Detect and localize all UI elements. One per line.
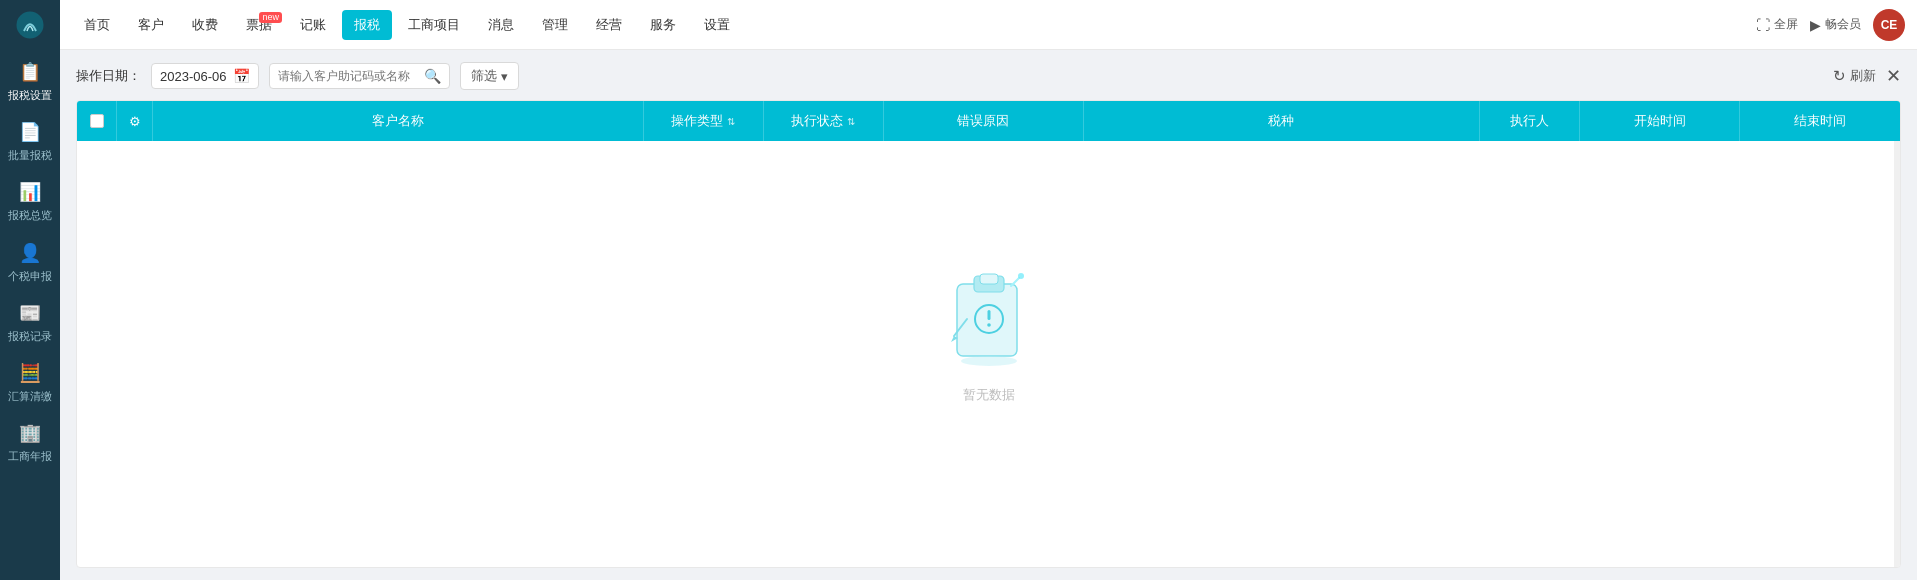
svg-rect-5 bbox=[987, 310, 990, 320]
svg-rect-3 bbox=[980, 274, 998, 284]
nav-service[interactable]: 服务 bbox=[638, 10, 688, 40]
svg-point-10 bbox=[1018, 273, 1024, 279]
main-area: 首页 客户 收费 票据 new 记账 报税 工商项目 消息 管理 经营 服务 设… bbox=[60, 0, 1917, 580]
refresh-button[interactable]: ↻ 刷新 bbox=[1833, 67, 1876, 85]
empty-text: 暂无数据 bbox=[963, 386, 1015, 404]
member-button[interactable]: ▶ 畅会员 bbox=[1810, 16, 1861, 33]
th-gear[interactable]: ⚙ bbox=[117, 101, 153, 141]
search-box: 🔍 bbox=[269, 63, 450, 89]
tax-settings-icon: 📋 bbox=[16, 58, 44, 86]
search-icon: 🔍 bbox=[424, 68, 441, 84]
tax-record-icon: 📰 bbox=[16, 299, 44, 327]
sidebar-item-settlement[interactable]: 🧮 汇算清缴 bbox=[0, 351, 60, 411]
sidebar-item-tax-settings-label: 报税设置 bbox=[8, 89, 52, 102]
date-input[interactable]: 2023-06-06 📅 bbox=[151, 63, 259, 89]
sidebar-item-personal-tax-label: 个税申报 bbox=[8, 270, 52, 283]
svg-point-11 bbox=[961, 356, 1017, 366]
annual-report-icon: 🏢 bbox=[16, 419, 44, 447]
sidebar-item-tax-overview-label: 报税总览 bbox=[8, 209, 52, 222]
close-button[interactable]: ✕ bbox=[1886, 67, 1901, 85]
th-start-time: 开始时间 bbox=[1580, 101, 1740, 141]
th-exec-status[interactable]: 执行状态 ⇅ bbox=[764, 101, 884, 141]
nav-settings[interactable]: 设置 bbox=[692, 10, 742, 40]
nav-operation[interactable]: 经营 bbox=[584, 10, 634, 40]
table-body: 暂无数据 bbox=[77, 141, 1900, 567]
sort-optype-icon: ⇅ bbox=[727, 116, 735, 127]
date-label: 操作日期： bbox=[76, 67, 141, 85]
sidebar-item-annual-report[interactable]: 🏢 工商年报 bbox=[0, 411, 60, 471]
gear-icon: ⚙ bbox=[129, 114, 141, 129]
th-executor: 执行人 bbox=[1480, 101, 1580, 141]
nav-customer[interactable]: 客户 bbox=[126, 10, 176, 40]
th-end-time: 结束时间 bbox=[1740, 101, 1900, 141]
sidebar: 📋 报税设置 📄 批量报税 📊 报税总览 👤 个税申报 📰 报税记录 🧮 汇算清… bbox=[0, 0, 60, 580]
nav-bizproject[interactable]: 工商项目 bbox=[396, 10, 472, 40]
empty-illustration bbox=[939, 264, 1039, 374]
nav-manage[interactable]: 管理 bbox=[530, 10, 580, 40]
nav-invoice[interactable]: 票据 new bbox=[234, 10, 284, 40]
settlement-icon: 🧮 bbox=[16, 359, 44, 387]
tax-overview-icon: 📊 bbox=[16, 178, 44, 206]
sidebar-item-tax-record[interactable]: 📰 报税记录 bbox=[0, 291, 60, 351]
select-all-checkbox[interactable] bbox=[90, 114, 104, 128]
filter-button[interactable]: 筛选 ▾ bbox=[460, 62, 519, 90]
sidebar-item-settlement-label: 汇算清缴 bbox=[8, 390, 52, 403]
personal-tax-icon: 👤 bbox=[16, 239, 44, 267]
scrollbar-track[interactable] bbox=[1894, 141, 1900, 567]
toolbar: 操作日期： 2023-06-06 📅 🔍 筛选 ▾ ↻ 刷新 ✕ bbox=[76, 62, 1901, 90]
top-navigation: 首页 客户 收费 票据 new 记账 报税 工商项目 消息 管理 经营 服务 设… bbox=[60, 0, 1917, 50]
member-icon: ▶ bbox=[1810, 17, 1821, 33]
fullscreen-label: 全屏 bbox=[1774, 16, 1798, 33]
th-error-reason: 错误原因 bbox=[884, 101, 1084, 141]
refresh-icon: ↻ bbox=[1833, 67, 1846, 85]
sidebar-item-tax-record-label: 报税记录 bbox=[8, 330, 52, 343]
batch-tax-icon: 📄 bbox=[16, 118, 44, 146]
th-checkbox[interactable] bbox=[77, 101, 117, 141]
sidebar-item-batch-tax-label: 批量报税 bbox=[8, 149, 52, 162]
filter-label: 筛选 bbox=[471, 67, 497, 85]
calendar-icon: 📅 bbox=[233, 68, 250, 84]
app-logo bbox=[0, 0, 60, 50]
sidebar-item-personal-tax[interactable]: 👤 个税申报 bbox=[0, 231, 60, 291]
content-area: 操作日期： 2023-06-06 📅 🔍 筛选 ▾ ↻ 刷新 ✕ bbox=[60, 50, 1917, 580]
member-label: 畅会员 bbox=[1825, 16, 1861, 33]
th-op-type[interactable]: 操作类型 ⇅ bbox=[644, 101, 764, 141]
nav-accounting[interactable]: 记账 bbox=[288, 10, 338, 40]
th-tax-type: 税种 bbox=[1084, 101, 1480, 141]
svg-point-6 bbox=[987, 323, 991, 327]
nav-items: 首页 客户 收费 票据 new 记账 报税 工商项目 消息 管理 经营 服务 设… bbox=[72, 10, 1756, 40]
sidebar-item-annual-report-label: 工商年报 bbox=[8, 450, 52, 463]
avatar[interactable]: CE bbox=[1873, 9, 1905, 41]
search-input[interactable] bbox=[278, 69, 418, 83]
sidebar-item-tax-settings[interactable]: 📋 报税设置 bbox=[0, 50, 60, 110]
nav-billing[interactable]: 收费 bbox=[180, 10, 230, 40]
nav-tax[interactable]: 报税 bbox=[342, 10, 392, 40]
sidebar-item-tax-overview[interactable]: 📊 报税总览 bbox=[0, 170, 60, 230]
topnav-right: ⛶ 全屏 ▶ 畅会员 CE bbox=[1756, 9, 1905, 41]
fullscreen-button[interactable]: ⛶ 全屏 bbox=[1756, 16, 1798, 33]
fullscreen-icon: ⛶ bbox=[1756, 17, 1770, 33]
nav-message[interactable]: 消息 bbox=[476, 10, 526, 40]
nav-home[interactable]: 首页 bbox=[72, 10, 122, 40]
sort-status-icon: ⇅ bbox=[847, 116, 855, 127]
empty-state: 暂无数据 bbox=[939, 264, 1039, 444]
th-customer-name: 客户名称 bbox=[153, 101, 644, 141]
chevron-down-icon: ▾ bbox=[501, 69, 508, 84]
refresh-label: 刷新 bbox=[1850, 67, 1876, 85]
date-value: 2023-06-06 bbox=[160, 69, 227, 84]
data-table: ⚙ 客户名称 操作类型 ⇅ 执行状态 ⇅ 错误原因 税种 bbox=[76, 100, 1901, 568]
new-badge-invoice: new bbox=[259, 12, 282, 23]
table-header: ⚙ 客户名称 操作类型 ⇅ 执行状态 ⇅ 错误原因 税种 bbox=[77, 101, 1900, 141]
sidebar-item-batch-tax[interactable]: 📄 批量报税 bbox=[0, 110, 60, 170]
